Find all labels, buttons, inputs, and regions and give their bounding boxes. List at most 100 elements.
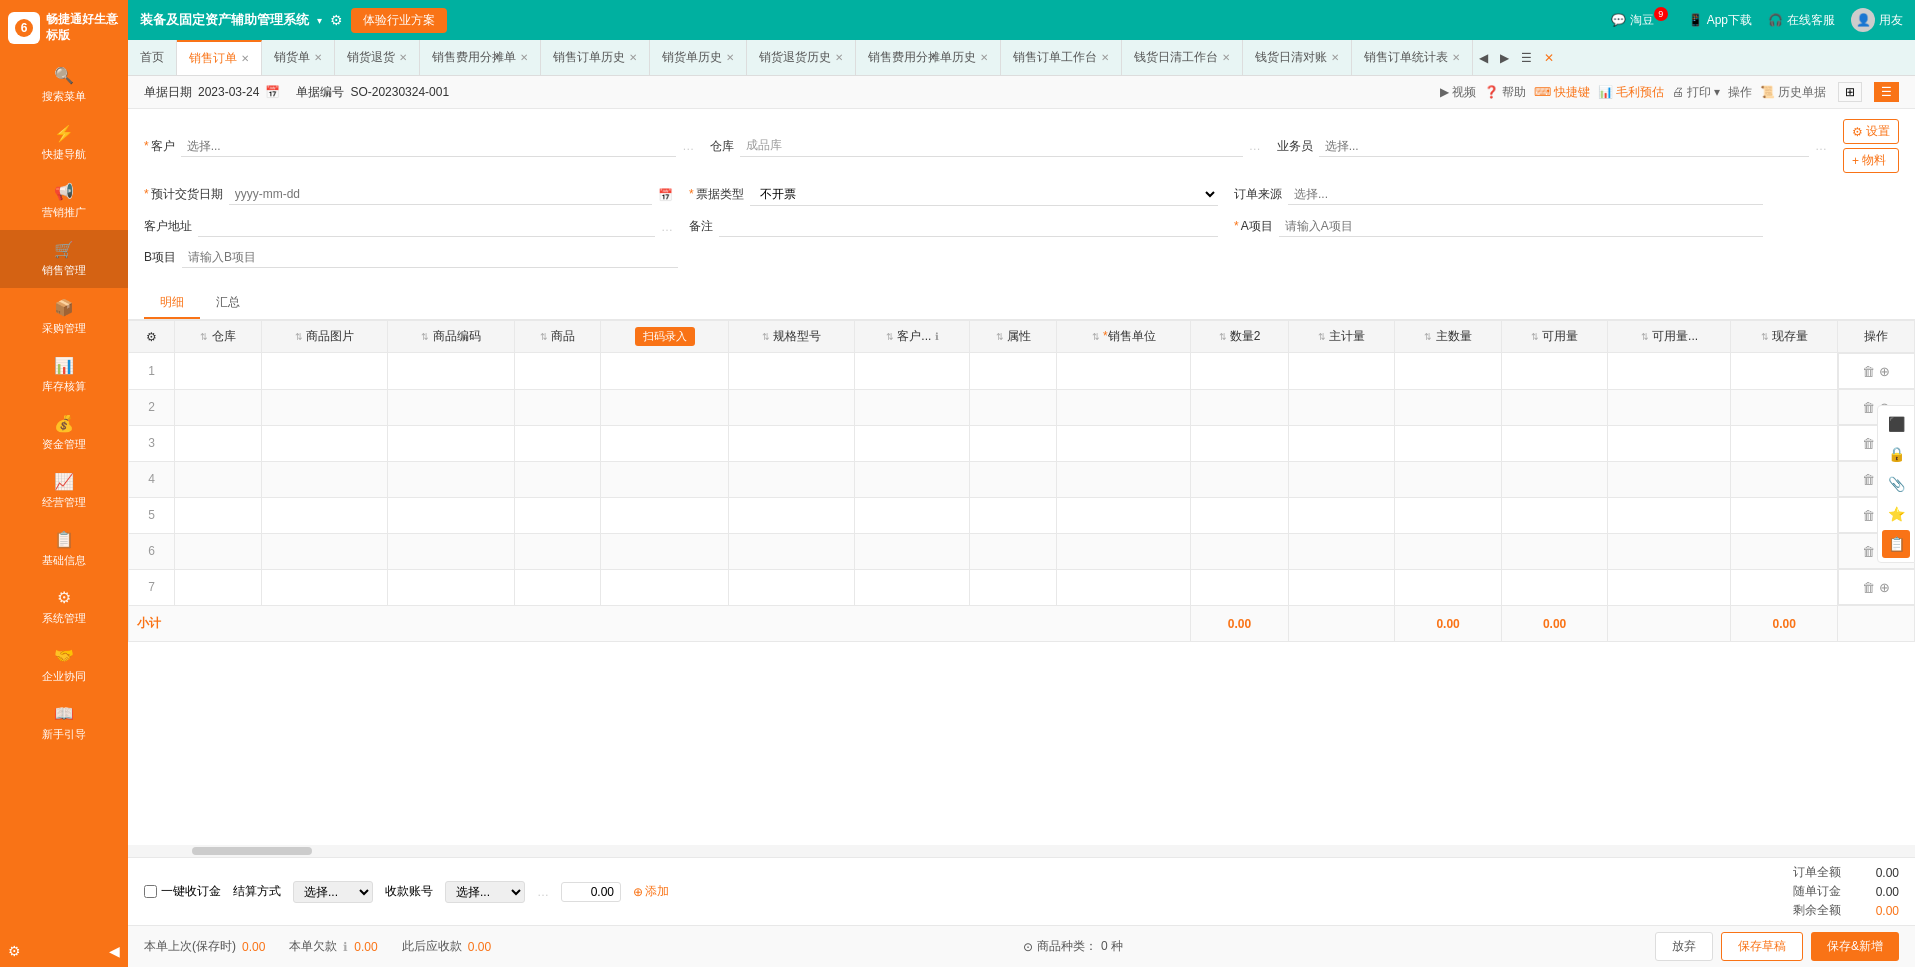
tab-close-icon[interactable]: ✕ [520,52,528,63]
row-scan[interactable] [601,353,728,390]
col-unit[interactable]: ⇅ *销售单位 [1057,321,1191,353]
row-main-qty[interactable] [1395,353,1502,390]
tab-summary[interactable]: 汇总 [200,288,256,319]
history-btn[interactable]: 📜 历史单据 [1760,84,1826,101]
row-code[interactable] [388,353,514,390]
right-icon-5[interactable]: 📋 [1882,530,1910,558]
col-warehouse[interactable]: ⇅ 仓库 [175,321,262,353]
online-service-item[interactable]: 🎧 在线客服 [1768,12,1835,29]
warehouse-more-icon[interactable]: … [1249,139,1261,153]
tab-expense-history[interactable]: 销售费用分摊单历史 ✕ [856,40,1001,76]
shortcut-btn[interactable]: ⌨ 快捷键 [1534,84,1590,101]
tab-home[interactable]: 首页 [128,40,177,76]
horizontal-scrollbar[interactable] [128,845,1915,857]
row-qty2[interactable] [1191,353,1289,390]
quick-pay-checkbox[interactable]: 一键收订金 [144,883,221,900]
order-source-input[interactable] [1288,184,1763,205]
sidebar-item-inventory[interactable]: 📊 库存核算 [0,346,128,404]
calendar-icon[interactable]: 📅 [265,85,280,99]
tab-close-all-btn[interactable]: ✕ [1538,47,1560,69]
salesperson-input[interactable] [1319,136,1809,157]
copy-icon[interactable]: ⊕ [1879,364,1890,379]
tab-return-history[interactable]: 销货退货历史 ✕ [747,40,856,76]
amount-input[interactable] [561,882,621,902]
row-main-unit[interactable] [1288,353,1395,390]
row-unit[interactable] [1057,353,1191,390]
delete-icon[interactable]: 🗑 [1862,364,1875,379]
user-item[interactable]: 👤 用友 [1851,8,1903,32]
tab-next-btn[interactable]: ▶ [1494,47,1515,69]
tab-close-icon[interactable]: ✕ [1331,52,1339,63]
right-icon-2[interactable]: 🔒 [1882,440,1910,468]
tab-prev-btn[interactable]: ◀ [1473,47,1494,69]
col-customer[interactable]: ⇅ 客户... ℹ [855,321,970,353]
topbar-gear-icon[interactable]: ⚙ [330,12,343,28]
delete-icon[interactable]: 🗑 [1862,472,1875,487]
quick-pay-input[interactable] [144,885,157,898]
a-project-input[interactable] [1279,216,1763,237]
notifications-item[interactable]: 💬 淘豆 9 [1611,12,1672,29]
tab-close-icon[interactable]: ✕ [314,52,322,63]
delete-icon[interactable]: 🗑 [1862,400,1875,415]
tab-sales-bill[interactable]: 销货单 ✕ [262,40,335,76]
tab-detail[interactable]: 明细 [144,288,200,319]
delete-icon[interactable]: 🗑 [1862,580,1875,595]
tab-sales-history[interactable]: 销售订单历史 ✕ [541,40,650,76]
col-scan[interactable]: 扫码录入 [601,321,728,353]
warehouse-input[interactable] [740,136,1242,157]
row-available[interactable] [1501,353,1608,390]
row-current[interactable] [1731,353,1838,390]
tab-close-icon[interactable]: ✕ [399,52,407,63]
list-view-btn[interactable]: ☰ [1874,82,1899,102]
tab-bill-history[interactable]: 销货单历史 ✕ [650,40,747,76]
sidebar-item-quicknav[interactable]: ⚡ 快捷导航 [0,114,128,172]
right-icon-4[interactable]: ⭐ [1882,500,1910,528]
app-download-item[interactable]: 📱 App下载 [1688,12,1752,29]
row-available2[interactable] [1608,353,1731,390]
col-spec[interactable]: ⇅ 规格型号 [728,321,854,353]
account-more-icon[interactable]: … [537,885,549,899]
tab-cash-workbench[interactable]: 钱货日清工作台 ✕ [1122,40,1243,76]
sidebar-item-enterprise[interactable]: 🤝 企业协同 [0,636,128,694]
settings-bottom-icon[interactable]: ⚙ [8,943,21,959]
sidebar-item-sales[interactable]: 🛒 销售管理 [0,230,128,288]
payment-method-select[interactable]: 选择... [293,881,373,903]
customer-input[interactable] [181,136,677,157]
account-select[interactable]: 选择... [445,881,525,903]
tab-list-btn[interactable]: ☰ [1515,47,1538,69]
date-picker-icon[interactable]: 📅 [658,188,673,202]
row-attr[interactable] [970,353,1057,390]
settings-button[interactable]: ⚙ 设置 [1843,119,1899,144]
col-available2[interactable]: ⇅ 可用量... [1608,321,1731,353]
address-input[interactable] [198,216,655,237]
tab-close-icon[interactable]: ✕ [1452,52,1460,63]
tab-sales-expense[interactable]: 销售费用分摊单 ✕ [420,40,541,76]
col-available[interactable]: ⇅ 可用量 [1501,321,1608,353]
add-payment-btn[interactable]: ⊕ 添加 [633,883,669,900]
row-product[interactable] [514,353,601,390]
sidebar-item-base[interactable]: 📋 基础信息 [0,520,128,578]
view-btn[interactable]: ▶ 视频 [1440,84,1476,101]
salesperson-more-icon[interactable]: … [1815,139,1827,153]
sidebar-item-operation[interactable]: 📈 经营管理 [0,462,128,520]
tab-sales-order[interactable]: 销售订单 ✕ [177,40,262,76]
scan-button[interactable]: 扫码录入 [635,327,695,346]
tab-close-icon[interactable]: ✕ [629,52,637,63]
tab-cash-reconcile[interactable]: 钱货日清对账 ✕ [1243,40,1352,76]
delivery-date-input[interactable] [229,184,652,205]
tab-close-icon[interactable]: ✕ [241,53,249,64]
col-image[interactable]: ⇅ 商品图片 [261,321,387,353]
delete-icon[interactable]: 🗑 [1862,508,1875,523]
add-product-button[interactable]: + 物料 [1843,148,1899,173]
operate-btn[interactable]: 操作 [1728,84,1752,101]
right-icon-1[interactable]: ⬛ [1882,410,1910,438]
col-settings[interactable]: ⚙ [129,321,175,353]
col-product[interactable]: ⇅ 商品 [514,321,601,353]
col-code[interactable]: ⇅ 商品编码 [388,321,514,353]
tab-order-workbench[interactable]: 销售订单工作台 ✕ [1001,40,1122,76]
delete-icon[interactable]: 🗑 [1862,544,1875,559]
row-customer[interactable] [855,353,970,390]
tab-close-icon[interactable]: ✕ [980,52,988,63]
tab-close-icon[interactable]: ✕ [1101,52,1109,63]
grid-view-btn[interactable]: ⊞ [1838,82,1862,102]
